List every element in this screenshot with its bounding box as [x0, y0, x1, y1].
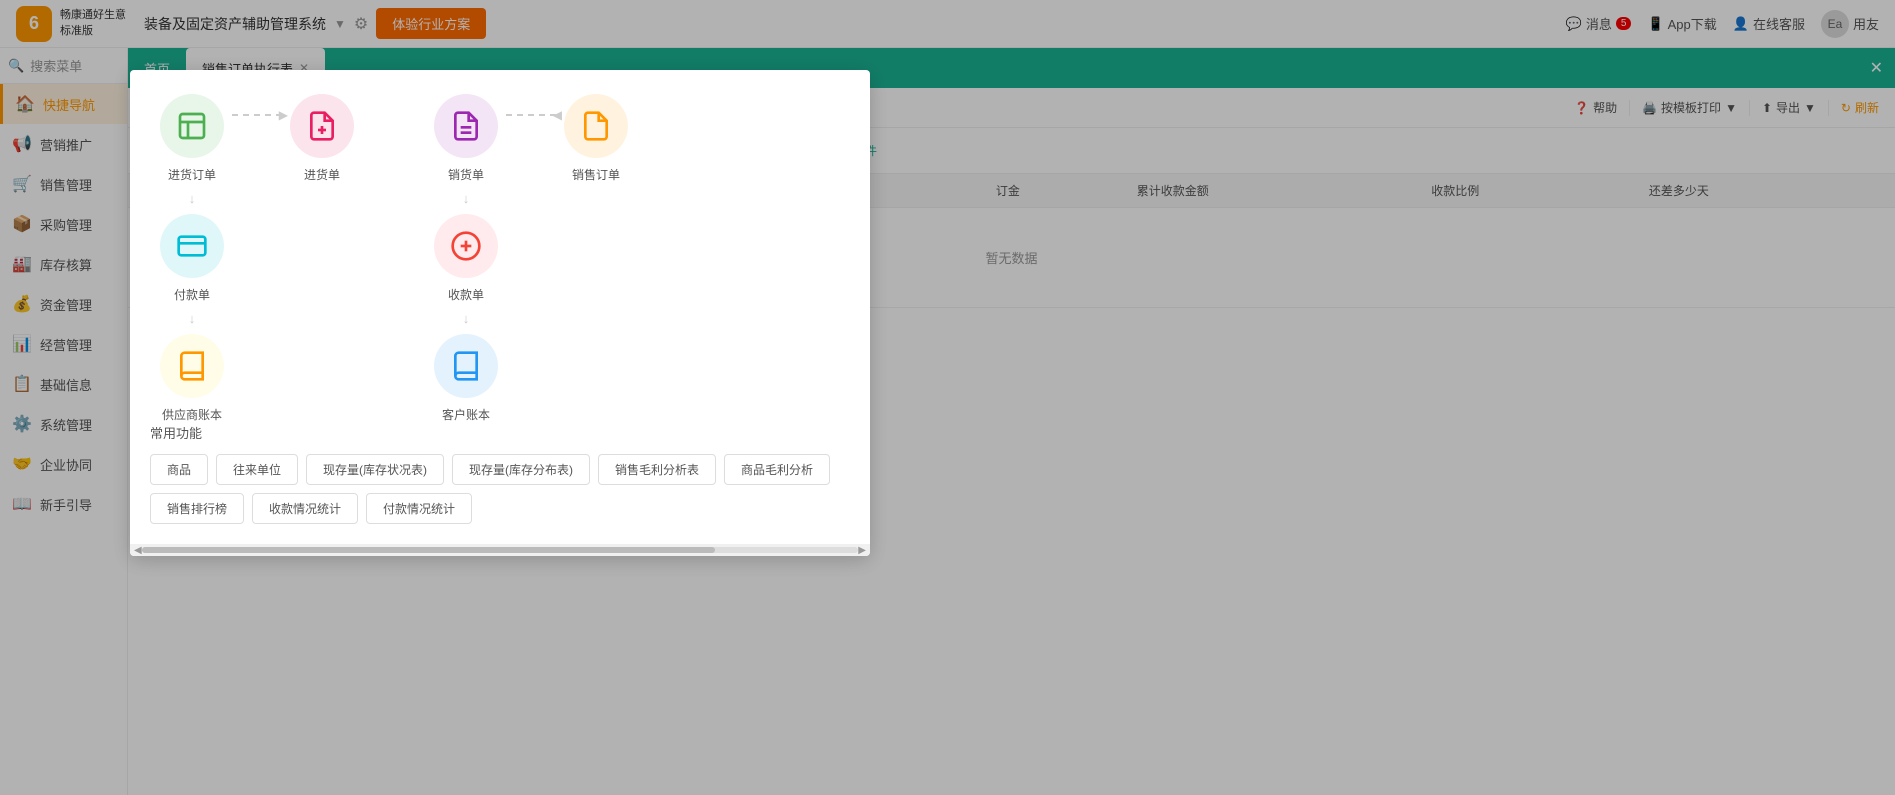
arrow-down-4: ↓ [463, 311, 470, 326]
modal-scrollbar: ◀ ▶ [130, 544, 870, 556]
purchase-bill-circle [290, 94, 354, 158]
func-buttons-row2: 销售排行榜 收款情况统计 付款情况统计 [150, 493, 850, 524]
func-btn-stock-dist[interactable]: 现存量(库存分布表) [452, 454, 590, 485]
common-func-title: 常用功能 [150, 423, 850, 442]
purchase-order-label: 进货订单 [168, 166, 216, 183]
node-payment[interactable]: 付款单 [160, 214, 224, 303]
payment-circle [160, 214, 224, 278]
flow-diagram: 进货订单 ↓ 付款单 ↓ 供应商账本 [130, 70, 870, 423]
func-btn-sales-rank[interactable]: 销售排行榜 [150, 493, 244, 524]
flow-modal: 进货订单 ↓ 付款单 ↓ 供应商账本 [130, 70, 870, 556]
sales-bill-label: 销货单 [448, 166, 484, 183]
supplier-ledger-circle [160, 334, 224, 398]
scrollbar-track [142, 547, 859, 553]
scrollbar-thumb[interactable] [142, 547, 715, 553]
func-btn-product-profit[interactable]: 商品毛利分析 [724, 454, 830, 485]
flow-col-purchase-bill: 进货单 [290, 94, 354, 183]
dashed-arrow-1: ▶ [224, 114, 290, 116]
node-sales-order[interactable]: 销售订单 [564, 94, 628, 183]
func-btn-product[interactable]: 商品 [150, 454, 208, 485]
dashed-arrow-2: ◀ [498, 114, 564, 116]
sales-order-circle [564, 94, 628, 158]
common-functions: 常用功能 商品 往来单位 现存量(库存状况表) 现存量(库存分布表) 销售毛利分… [130, 423, 870, 544]
node-supplier-ledger[interactable]: 供应商账本 [160, 334, 224, 423]
sales-order-label: 销售订单 [572, 166, 620, 183]
payment-label: 付款单 [174, 286, 210, 303]
arrow-down-1: ↓ [189, 191, 196, 206]
node-sales-bill[interactable]: 销货单 [434, 94, 498, 183]
func-btn-partner[interactable]: 往来单位 [216, 454, 298, 485]
func-buttons-row1: 商品 往来单位 现存量(库存状况表) 现存量(库存分布表) 销售毛利分析表 商品… [150, 454, 850, 485]
scroll-right-arrow[interactable]: ▶ [858, 545, 866, 556]
scroll-left-arrow[interactable]: ◀ [134, 545, 142, 556]
flow-col-purchase: 进货订单 ↓ 付款单 ↓ 供应商账本 [160, 94, 224, 423]
func-btn-sales-profit[interactable]: 销售毛利分析表 [598, 454, 716, 485]
arrow-down-2: ↓ [189, 311, 196, 326]
receipt-label: 收款单 [448, 286, 484, 303]
node-customer-ledger[interactable]: 客户账本 [434, 334, 498, 423]
customer-ledger-circle [434, 334, 498, 398]
func-btn-payment-stats[interactable]: 付款情况统计 [366, 493, 472, 524]
modal-overlay[interactable]: 进货订单 ↓ 付款单 ↓ 供应商账本 [0, 0, 1895, 795]
purchase-order-circle [160, 94, 224, 158]
node-purchase-bill[interactable]: 进货单 [290, 94, 354, 183]
purchase-bill-label: 进货单 [304, 166, 340, 183]
flow-col-sales-bill: 销货单 ↓ 收款单 ↓ 客户账本 [434, 94, 498, 423]
func-btn-stock-status[interactable]: 现存量(库存状况表) [306, 454, 444, 485]
flow-row-main: 进货订单 ↓ 付款单 ↓ 供应商账本 [160, 94, 840, 423]
arrow-down-3: ↓ [463, 191, 470, 206]
node-receipt[interactable]: 收款单 [434, 214, 498, 303]
customer-ledger-label: 客户账本 [442, 406, 490, 423]
node-purchase-order[interactable]: 进货订单 [160, 94, 224, 183]
receipt-circle [434, 214, 498, 278]
sales-bill-circle [434, 94, 498, 158]
flow-col-sales-order: 销售订单 [564, 94, 628, 183]
func-btn-receipt-stats[interactable]: 收款情况统计 [252, 493, 358, 524]
supplier-ledger-label: 供应商账本 [162, 406, 222, 423]
